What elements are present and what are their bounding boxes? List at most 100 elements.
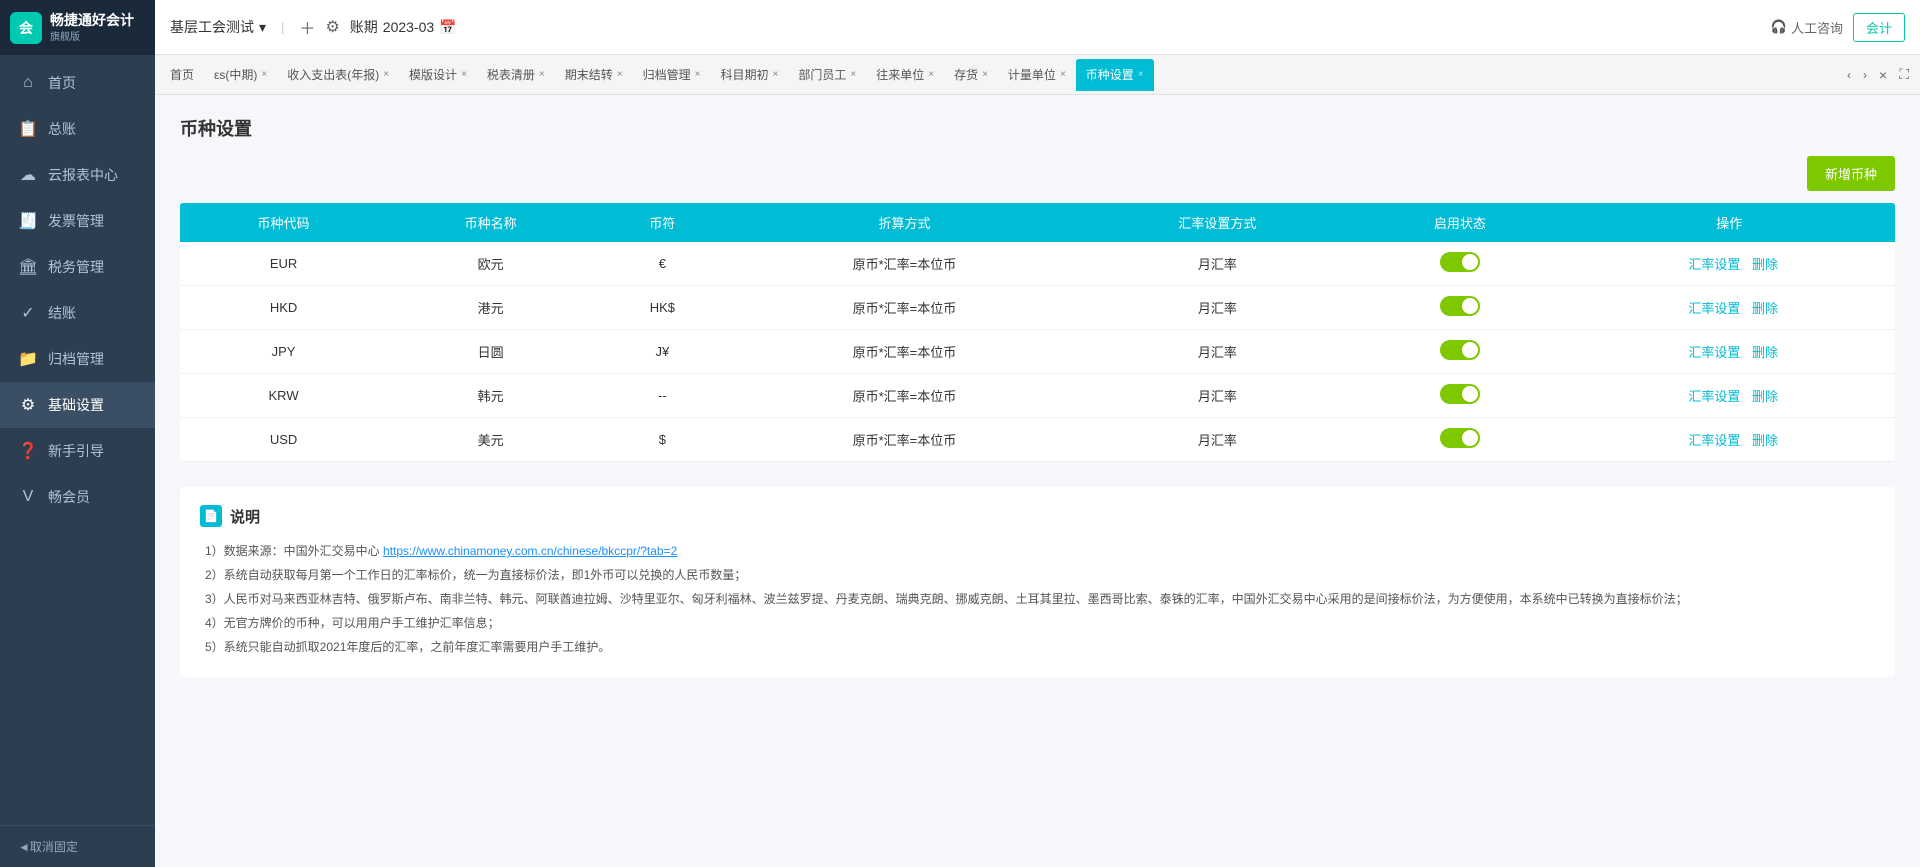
tab-label-0: 首页 (170, 66, 194, 83)
help-button[interactable]: 🎧 人工咨询 (1771, 18, 1843, 37)
tab-close-7[interactable]: × (773, 69, 779, 80)
cell-toggle-4[interactable] (1356, 418, 1563, 462)
table-row: USD 美元 $ 原币*汇率=本位币 月汇率 汇率设置 删除 (180, 418, 1895, 462)
period-label: 账期 (350, 17, 378, 37)
tab-close-11[interactable]: × (1060, 69, 1066, 80)
tab-close-1[interactable]: × (261, 69, 267, 80)
table-row: KRW 韩元 -- 原币*汇率=本位币 月汇率 汇率设置 删除 (180, 374, 1895, 418)
nav-label-home: 首页 (48, 73, 76, 93)
tab-close-12[interactable]: × (1138, 69, 1144, 80)
logo-icon: 会 (10, 12, 42, 44)
tab-1[interactable]: εs(中期) × (204, 59, 277, 91)
tab-label-9: 往来单位 (876, 66, 924, 83)
tab-close-9[interactable]: × (928, 69, 934, 80)
tab-5[interactable]: 期末结转 × (555, 59, 633, 91)
cell-toggle-2[interactable] (1356, 330, 1563, 374)
period-display: 账期 2023-03 📅 (350, 17, 457, 37)
sidebar-pin[interactable]: ◄取消固定 (0, 825, 155, 867)
cell-actions-1: 汇率设置 删除 (1563, 286, 1895, 330)
toggle-thumb-1 (1462, 298, 1478, 314)
toggle-track-2 (1440, 340, 1480, 360)
nav-label-checkout: 结账 (48, 303, 76, 323)
toggle-4[interactable] (1440, 428, 1480, 448)
project-selector[interactable]: 基层工会测试 ▾ (170, 17, 266, 37)
tab-2[interactable]: 收入支出表(年报) × (277, 59, 399, 91)
toggle-thumb-4 (1462, 430, 1478, 446)
tab-11[interactable]: 计量单位 × (998, 59, 1076, 91)
logo-area: 会 畅捷通好会计 旗舰版 (0, 0, 155, 55)
calendar-icon[interactable]: 📅 (439, 19, 456, 36)
content-header: 新增币种 (180, 156, 1895, 191)
tab-7[interactable]: 科目期初 × (710, 59, 788, 91)
nav-label-reports: 云报表中心 (48, 165, 118, 185)
tab-label-3: 模版设计 (409, 66, 457, 83)
toggle-1[interactable] (1440, 296, 1480, 316)
nav-icon-checkout: ✓ (18, 303, 38, 323)
notes-link[interactable]: https://www.chinamoney.com.cn/chinese/bk… (383, 544, 677, 558)
tab-4[interactable]: 税表清册 × (477, 59, 555, 91)
tab-8[interactable]: 部门员工 × (788, 59, 866, 91)
tab-close-4[interactable]: × (539, 69, 545, 80)
cell-calc-0: 原币*汇率=本位币 (731, 242, 1079, 286)
cell-rate-method-0: 月汇率 (1078, 242, 1356, 286)
rate-setting-link-4[interactable]: 汇率设置 (1688, 433, 1740, 448)
toggle-0[interactable] (1440, 252, 1480, 272)
sidebar-item-guide[interactable]: ❓新手引导 (0, 428, 155, 474)
sidebar-item-invoice[interactable]: 🧾发票管理 (0, 198, 155, 244)
sidebar-item-reports[interactable]: ☁云报表中心 (0, 152, 155, 198)
tab-close-2[interactable]: × (383, 69, 389, 80)
toggle-3[interactable] (1440, 384, 1480, 404)
tab-12[interactable]: 币种设置 × (1076, 59, 1154, 91)
sidebar-item-ledger[interactable]: 📋总账 (0, 106, 155, 152)
tab-close-3[interactable]: × (461, 69, 467, 80)
tab-close-5[interactable]: × (617, 69, 623, 80)
sidebar-item-home[interactable]: ⌂首页 (0, 60, 155, 106)
tab-next-arrow[interactable]: › (1857, 64, 1873, 86)
tab-close-all[interactable]: × (1873, 63, 1893, 87)
cell-toggle-1[interactable] (1356, 286, 1563, 330)
rate-setting-link-2[interactable]: 汇率设置 (1688, 345, 1740, 360)
cell-actions-3: 汇率设置 删除 (1563, 374, 1895, 418)
tab-close-6[interactable]: × (695, 69, 701, 80)
notes-item-3: 4）无官方牌价的币种，可以用用户手工维护汇率信息； (200, 611, 1875, 635)
topbar: 基层工会测试 ▾ | ＋ ⚙ 账期 2023-03 📅 🎧 人工咨询 会计 (155, 0, 1920, 55)
delete-link-1[interactable]: 删除 (1752, 301, 1778, 316)
tab-9[interactable]: 往来单位 × (866, 59, 944, 91)
tab-expand[interactable]: ⛶ (1893, 62, 1915, 87)
delete-link-3[interactable]: 删除 (1752, 389, 1778, 404)
tab-label-12: 币种设置 (1086, 66, 1134, 83)
add-project-icon[interactable]: ＋ (299, 15, 315, 39)
sidebar-item-archive[interactable]: 📁归档管理 (0, 336, 155, 382)
cell-code-1: HKD (180, 286, 387, 330)
tab-6[interactable]: 归档管理 × (633, 59, 711, 91)
tab-3[interactable]: 模版设计 × (399, 59, 477, 91)
notes-item-4: 5）系统只能自动抓取2021年度后的汇率，之前年度汇率需要用户手工维护。 (200, 635, 1875, 659)
settings-icon[interactable]: ⚙ (325, 17, 339, 37)
delete-link-4[interactable]: 删除 (1752, 433, 1778, 448)
account-button[interactable]: 会计 (1853, 13, 1905, 42)
sidebar-item-member[interactable]: V畅会员 (0, 474, 155, 520)
sidebar-item-checkout[interactable]: ✓ 结账 (0, 290, 155, 336)
sidebar-item-tax[interactable]: 🏛税务管理 (0, 244, 155, 290)
tab-prev-arrow[interactable]: ‹ (1841, 64, 1857, 86)
tab-0[interactable]: 首页 (160, 59, 204, 91)
tab-close-8[interactable]: × (850, 69, 856, 80)
rate-setting-link-0[interactable]: 汇率设置 (1688, 257, 1740, 272)
tab-10[interactable]: 存货 × (944, 59, 998, 91)
notes-item-0: 1）数据来源：中国外汇交易中心 https://www.chinamoney.c… (200, 539, 1875, 563)
tab-close-10[interactable]: × (982, 69, 988, 80)
cell-name-1: 港元 (387, 286, 594, 330)
new-currency-button[interactable]: 新增币种 (1807, 156, 1895, 191)
cell-name-4: 美元 (387, 418, 594, 462)
cell-toggle-3[interactable] (1356, 374, 1563, 418)
toggle-2[interactable] (1440, 340, 1480, 360)
rate-setting-link-1[interactable]: 汇率设置 (1688, 301, 1740, 316)
delete-link-2[interactable]: 删除 (1752, 345, 1778, 360)
delete-link-0[interactable]: 删除 (1752, 257, 1778, 272)
sidebar-item-settings[interactable]: ⚙基础设置 (0, 382, 155, 428)
cell-rate-method-1: 月汇率 (1078, 286, 1356, 330)
cell-toggle-0[interactable] (1356, 242, 1563, 286)
rate-setting-link-3[interactable]: 汇率设置 (1688, 389, 1740, 404)
toggle-thumb-3 (1462, 386, 1478, 402)
period-value: 2023-03 (383, 19, 434, 35)
